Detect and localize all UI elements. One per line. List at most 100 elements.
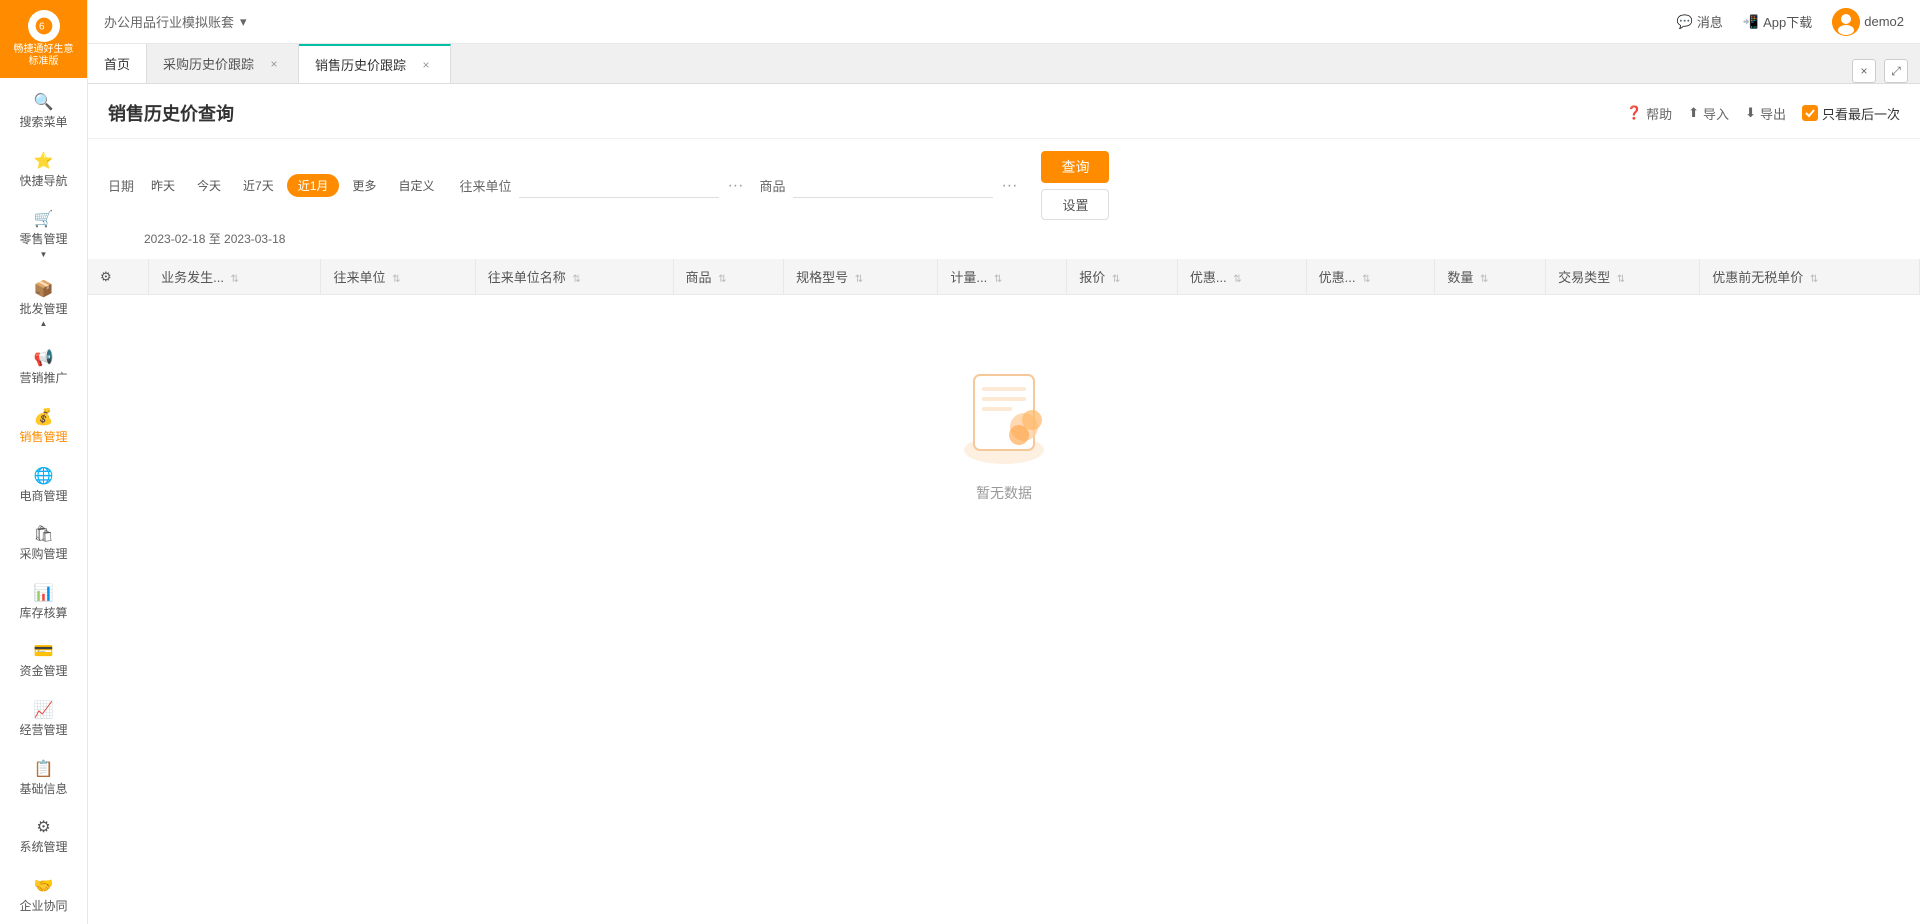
logo-text: 畅捷通好生意 标准版 <box>8 44 79 68</box>
date-btn-custom[interactable]: 自定义 <box>389 174 443 197</box>
date-filter-group: 日期 昨天 今天 近7天 近1月 更多 自定义 <box>108 174 443 197</box>
logo-icon: 6 <box>28 10 60 42</box>
th-discount1[interactable]: 优惠... ⇅ <box>1177 259 1306 295</box>
topbar-actions: 💬 消息 📲 App下载 demo2 <box>1677 8 1904 36</box>
tab-close-all-btn[interactable]: × <box>1852 59 1876 83</box>
setting-btn[interactable]: 设置 <box>1041 189 1109 220</box>
sort-discount2-icon: ⇅ <box>1362 274 1370 285</box>
sidebar-item-search-label: 搜索菜单 <box>19 115 67 131</box>
import-label: 导入 <box>1703 104 1729 123</box>
sidebar-item-operations-label: 经营管理 <box>19 723 67 739</box>
topbar-msg-btn[interactable]: 💬 消息 <box>1677 12 1723 31</box>
sidebar-item-ecommerce-label: 电商管理 <box>19 489 67 505</box>
th-biz-date[interactable]: 业务发生... ⇅ <box>149 259 321 295</box>
import-icon: ⬆ <box>1688 105 1699 121</box>
partner-label: 往来单位 <box>459 176 511 195</box>
date-options: 昨天 今天 近7天 近1月 更多 自定义 <box>142 174 443 197</box>
sidebar-item-purchase[interactable]: 🛍 采购管理 <box>0 514 87 573</box>
sidebar-item-inventory-label: 库存核算 <box>19 606 67 622</box>
tab-purchase-history-label: 采购历史价跟踪 <box>163 54 254 73</box>
date-btn-more[interactable]: 更多 <box>343 174 385 197</box>
topbar-app-download-btn[interactable]: 📲 App下载 <box>1743 12 1812 31</box>
topbar-user-btn[interactable]: demo2 <box>1832 8 1904 36</box>
sidebar-item-finance[interactable]: 💳 资金管理 <box>0 631 87 690</box>
sidebar-logo[interactable]: 6 畅捷通好生意 标准版 <box>0 0 87 78</box>
sidebar-item-wholesale[interactable]: 📦 批发管理 ▲ <box>0 269 87 339</box>
retail-icon: 🛒 <box>34 209 54 229</box>
goods-input[interactable] <box>793 174 993 198</box>
tab-maximize-btn[interactable]: ⤢ <box>1884 59 1908 83</box>
th-gear[interactable]: ⚙ <box>88 259 149 295</box>
th-goods[interactable]: 商品 ⇅ <box>673 259 784 295</box>
goods-dots[interactable]: ··· <box>1001 177 1017 195</box>
wholesale-icon: 📦 <box>34 279 54 299</box>
sort-trade-type-icon: ⇅ <box>1617 274 1625 285</box>
th-unit[interactable]: 计量... ⇅ <box>938 259 1067 295</box>
export-btn[interactable]: ⬇ 导出 <box>1745 104 1786 123</box>
main-area: 办公用品行业模拟账套 ▾ 💬 消息 📲 App下载 demo2 首页 <box>88 0 1920 924</box>
tab-home[interactable]: 首页 <box>88 44 147 83</box>
th-partner-code[interactable]: 往来单位 ⇅ <box>321 259 475 295</box>
goods-filter-group: 商品 ··· <box>759 174 1017 198</box>
table-header-row: ⚙ 业务发生... ⇅ 往来单位 ⇅ 往来单位名称 ⇅ 商品 ⇅ 规格型号 ⇅ … <box>88 259 1920 295</box>
partner-input[interactable] <box>519 174 719 198</box>
help-icon: ❓ <box>1626 105 1642 121</box>
query-btn[interactable]: 查询 <box>1041 151 1109 183</box>
th-pre-tax-price[interactable]: 优惠前无税单价 ⇅ <box>1700 259 1920 295</box>
only-last-checkbox[interactable] <box>1802 105 1818 121</box>
sort-discount1-icon: ⇅ <box>1233 274 1241 285</box>
sort-pre-tax-price-icon: ⇅ <box>1810 274 1818 285</box>
sidebar-item-ecommerce[interactable]: 🌐 电商管理 <box>0 456 87 515</box>
th-spec[interactable]: 规格型号 ⇅ <box>784 259 938 295</box>
tabs-bar: 首页 采购历史价跟踪 × 销售历史价跟踪 × × ⤢ <box>88 44 1920 84</box>
sidebar-item-search[interactable]: 🔍 搜索菜单 <box>0 82 87 141</box>
tab-purchase-history[interactable]: 采购历史价跟踪 × <box>147 44 299 83</box>
date-btn-7days[interactable]: 近7天 <box>234 174 283 197</box>
sidebar-item-basic[interactable]: 📋 基础信息 <box>0 749 87 808</box>
tab-sales-close-btn[interactable]: × <box>418 57 434 73</box>
system-icon: ⚙ <box>36 817 50 837</box>
content-area: 销售历史价查询 ❓ 帮助 ⬆ 导入 ⬇ 导出 只看 <box>88 84 1920 924</box>
sidebar-item-marketing[interactable]: 📢 营销推广 <box>0 338 87 397</box>
sort-partner-code-icon: ⇅ <box>392 274 400 285</box>
topbar-dropdown-icon: ▾ <box>240 14 247 30</box>
sidebar-item-system[interactable]: ⚙ 系统管理 <box>0 807 87 866</box>
date-btn-1month[interactable]: 近1月 <box>287 174 340 197</box>
msg-label: 消息 <box>1697 12 1723 31</box>
sidebar-item-retail[interactable]: 🛒 零售管理 ▼ <box>0 199 87 269</box>
date-btn-yesterday[interactable]: 昨天 <box>142 174 184 197</box>
filter-action-btns: 查询 设置 <box>1041 151 1109 220</box>
page-title: 销售历史价查询 <box>108 100 234 126</box>
sort-biz-date-icon: ⇅ <box>231 274 239 285</box>
export-label: 导出 <box>1760 104 1786 123</box>
topbar-title[interactable]: 办公用品行业模拟账套 ▾ <box>104 12 1677 31</box>
tab-sales-history[interactable]: 销售历史价跟踪 × <box>299 44 451 83</box>
user-label: demo2 <box>1864 14 1904 29</box>
sidebar-item-wholesale-label: 批发管理 <box>19 302 67 318</box>
only-last-wrapper[interactable]: 只看最后一次 <box>1802 104 1900 123</box>
th-partner-name[interactable]: 往来单位名称 ⇅ <box>475 259 673 295</box>
partner-dots[interactable]: ··· <box>727 177 743 195</box>
table-wrapper: ⚙ 业务发生... ⇅ 往来单位 ⇅ 往来单位名称 ⇅ 商品 ⇅ 规格型号 ⇅ … <box>88 259 1920 924</box>
topbar-title-text: 办公用品行业模拟账套 <box>104 12 234 31</box>
msg-icon: 💬 <box>1677 14 1693 30</box>
date-btn-today[interactable]: 今天 <box>188 174 230 197</box>
sales-icon: 💰 <box>34 407 54 427</box>
tab-sales-history-label: 销售历史价跟踪 <box>315 55 406 74</box>
sidebar-item-shortcuts[interactable]: ⭐ 快捷导航 <box>0 141 87 200</box>
tab-purchase-close-btn[interactable]: × <box>266 56 282 72</box>
topbar: 办公用品行业模拟账套 ▾ 💬 消息 📲 App下载 demo2 <box>88 0 1920 44</box>
th-discount2[interactable]: 优惠... ⇅ <box>1306 259 1435 295</box>
th-trade-type[interactable]: 交易类型 ⇅ <box>1546 259 1700 295</box>
sidebar-item-basic-label: 基础信息 <box>19 782 67 798</box>
import-btn[interactable]: ⬆ 导入 <box>1688 104 1729 123</box>
th-quantity[interactable]: 数量 ⇅ <box>1435 259 1546 295</box>
sidebar-item-enterprise[interactable]: 🤝 企业协同 <box>0 866 87 924</box>
sidebar-item-sales[interactable]: 💰 销售管理 <box>0 397 87 456</box>
sidebar-item-operations[interactable]: 📈 经营管理 <box>0 690 87 749</box>
th-quoted-price[interactable]: 报价 ⇅ <box>1067 259 1178 295</box>
help-btn[interactable]: ❓ 帮助 <box>1626 104 1672 123</box>
svg-text:6: 6 <box>39 21 45 32</box>
sidebar-item-inventory[interactable]: 📊 库存核算 <box>0 573 87 632</box>
sidebar-item-system-label: 系统管理 <box>19 840 67 856</box>
